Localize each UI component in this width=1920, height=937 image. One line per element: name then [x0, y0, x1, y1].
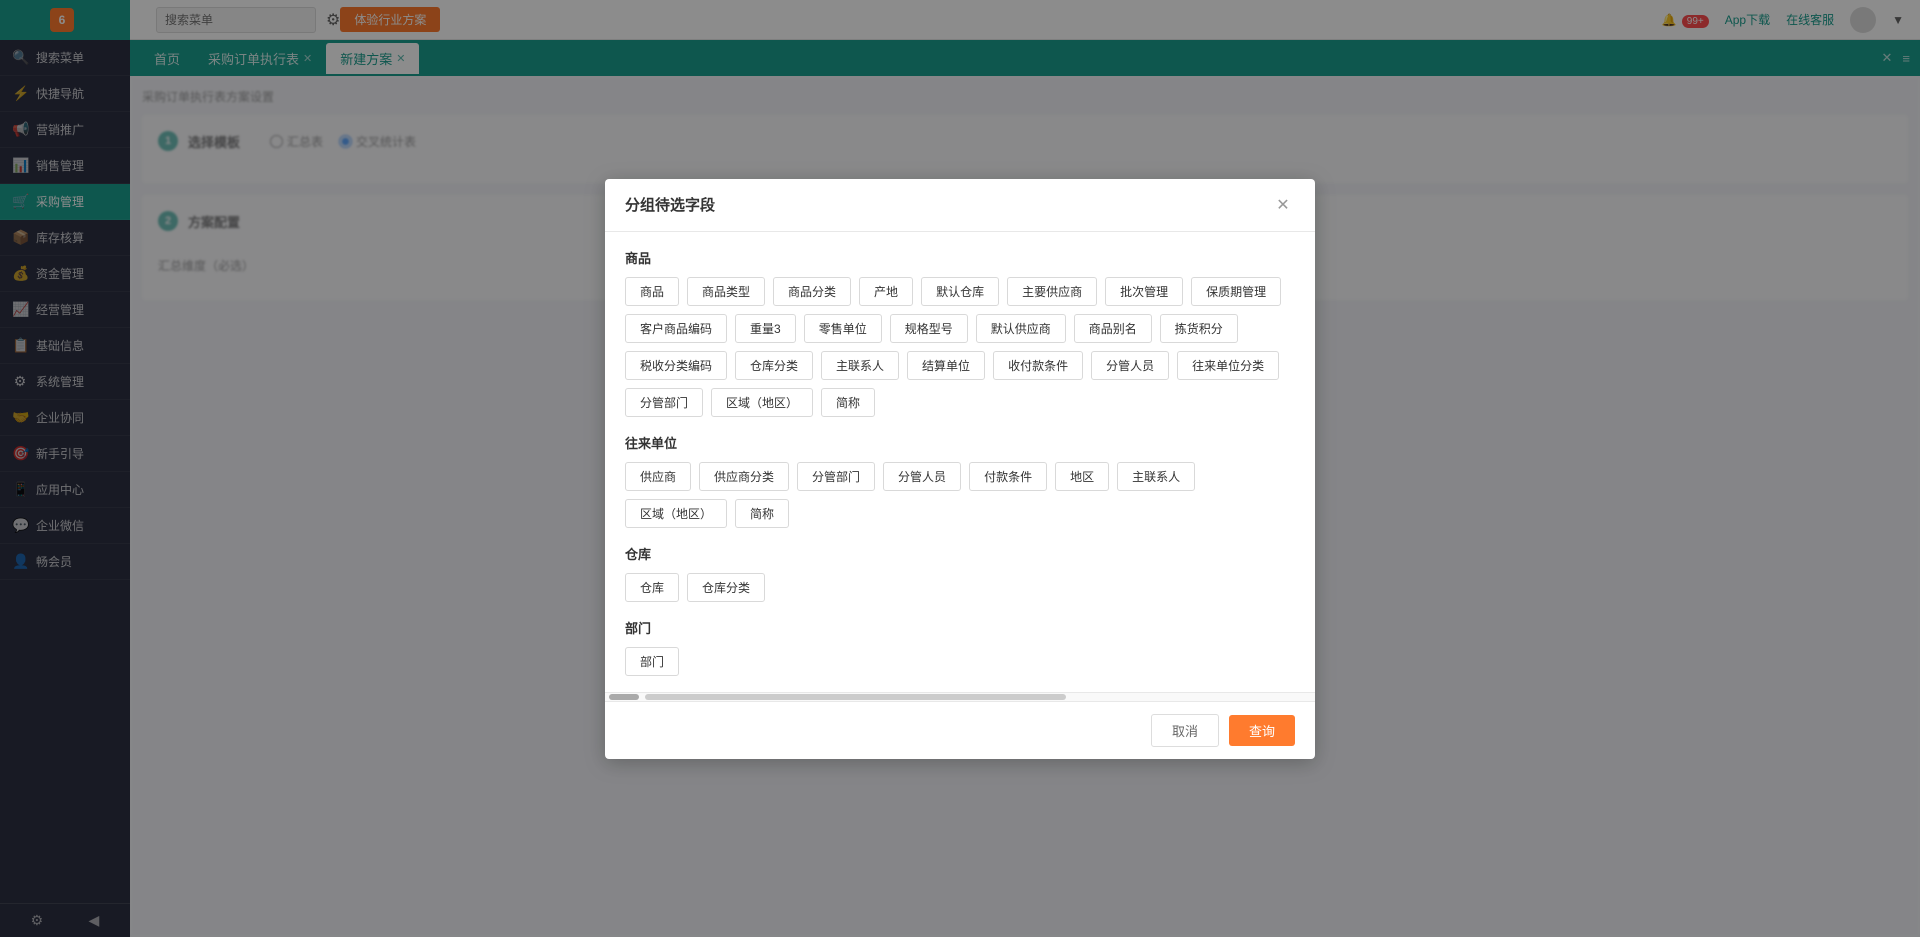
modal-footer: 取消 查询 [605, 701, 1315, 759]
product-section-title: 商品 [625, 248, 1295, 267]
field-tag-main-contact2[interactable]: 主联系人 [1117, 462, 1195, 491]
field-tag-tax-code[interactable]: 税收分类编码 [625, 351, 727, 380]
department-section-title: 部门 [625, 618, 1295, 637]
field-tag-spec-model[interactable]: 规格型号 [890, 314, 968, 343]
field-tag-supplier-category[interactable]: 供应商分类 [699, 462, 789, 491]
field-tag-customer-code[interactable]: 客户商品编码 [625, 314, 727, 343]
field-tag-payment-condition[interactable]: 付款条件 [969, 462, 1047, 491]
field-select-modal: 分组待选字段 ✕ 商品 商品 商品类型 商品分类 产地 默认仓库 主要供应商 批… [605, 179, 1315, 759]
field-tag-weight3[interactable]: 重量3 [735, 314, 796, 343]
field-tag-batch-mgmt[interactable]: 批次管理 [1105, 277, 1183, 306]
field-tag-partner-category[interactable]: 往来单位分类 [1177, 351, 1279, 380]
field-tag-region[interactable]: 区域（地区） [711, 388, 813, 417]
field-tag-supplier[interactable]: 供应商 [625, 462, 691, 491]
field-tag-pick-points[interactable]: 拣货积分 [1160, 314, 1238, 343]
field-tag-main-contact[interactable]: 主联系人 [821, 351, 899, 380]
field-tag-region2[interactable]: 区域（地区） [625, 499, 727, 528]
field-tag-expiry-mgmt[interactable]: 保质期管理 [1191, 277, 1281, 306]
confirm-button[interactable]: 查询 [1229, 715, 1295, 746]
field-tag-main-supplier[interactable]: 主要供应商 [1007, 277, 1097, 306]
field-tag-product-category[interactable]: 商品分类 [773, 277, 851, 306]
dept-field-tags: 部门 [625, 647, 1295, 676]
field-tag-payment-terms[interactable]: 收付款条件 [993, 351, 1083, 380]
product-section: 商品 商品 商品类型 商品分类 产地 默认仓库 主要供应商 批次管理 保质期管理… [625, 248, 1295, 417]
modal-horizontal-scrollbar[interactable] [605, 692, 1315, 701]
field-tag-product-type[interactable]: 商品类型 [687, 277, 765, 306]
warehouse-section: 仓库 仓库 仓库分类 [625, 544, 1295, 602]
field-tag-default-supplier[interactable]: 默认供应商 [976, 314, 1066, 343]
partner-field-tags: 供应商 供应商分类 分管部门 分管人员 付款条件 地区 主联系人 区域（地区） … [625, 462, 1295, 528]
field-tag-short-name[interactable]: 简称 [821, 388, 875, 417]
warehouse-section-title: 仓库 [625, 544, 1295, 563]
field-tag-settlement-unit[interactable]: 结算单位 [907, 351, 985, 380]
field-tag-default-warehouse[interactable]: 默认仓库 [921, 277, 999, 306]
field-tag-supervisor[interactable]: 分管人员 [1091, 351, 1169, 380]
product-field-tags: 商品 商品类型 商品分类 产地 默认仓库 主要供应商 批次管理 保质期管理 客户… [625, 277, 1295, 417]
field-tag-partner-dept[interactable]: 分管部门 [797, 462, 875, 491]
partner-section: 往来单位 供应商 供应商分类 分管部门 分管人员 付款条件 地区 主联系人 区域… [625, 433, 1295, 528]
field-tag-short-name2[interactable]: 简称 [735, 499, 789, 528]
partner-section-title: 往来单位 [625, 433, 1295, 452]
warehouse-field-tags: 仓库 仓库分类 [625, 573, 1295, 602]
field-tag-partner-person[interactable]: 分管人员 [883, 462, 961, 491]
modal-title: 分组待选字段 [625, 194, 715, 215]
cancel-button[interactable]: 取消 [1151, 714, 1219, 747]
field-tag-retail-unit[interactable]: 零售单位 [804, 314, 882, 343]
field-tag-mgmt-dept[interactable]: 分管部门 [625, 388, 703, 417]
field-tag-warehouse-cat[interactable]: 仓库分类 [687, 573, 765, 602]
modal-header: 分组待选字段 ✕ [605, 179, 1315, 232]
modal-body: 商品 商品 商品类型 商品分类 产地 默认仓库 主要供应商 批次管理 保质期管理… [605, 232, 1315, 692]
field-tag-warehouse-category[interactable]: 仓库分类 [735, 351, 813, 380]
field-tag-product-alias[interactable]: 商品别名 [1074, 314, 1152, 343]
field-tag-warehouse[interactable]: 仓库 [625, 573, 679, 602]
field-tag-dept[interactable]: 部门 [625, 647, 679, 676]
modal-overlay: 分组待选字段 ✕ 商品 商品 商品类型 商品分类 产地 默认仓库 主要供应商 批… [0, 0, 1920, 937]
field-tag-product[interactable]: 商品 [625, 277, 679, 306]
modal-close-button[interactable]: ✕ [1271, 193, 1295, 217]
field-tag-origin[interactable]: 产地 [859, 277, 913, 306]
department-section: 部门 部门 [625, 618, 1295, 676]
hscroll-thumb[interactable] [645, 694, 1066, 700]
field-tag-area[interactable]: 地区 [1055, 462, 1109, 491]
